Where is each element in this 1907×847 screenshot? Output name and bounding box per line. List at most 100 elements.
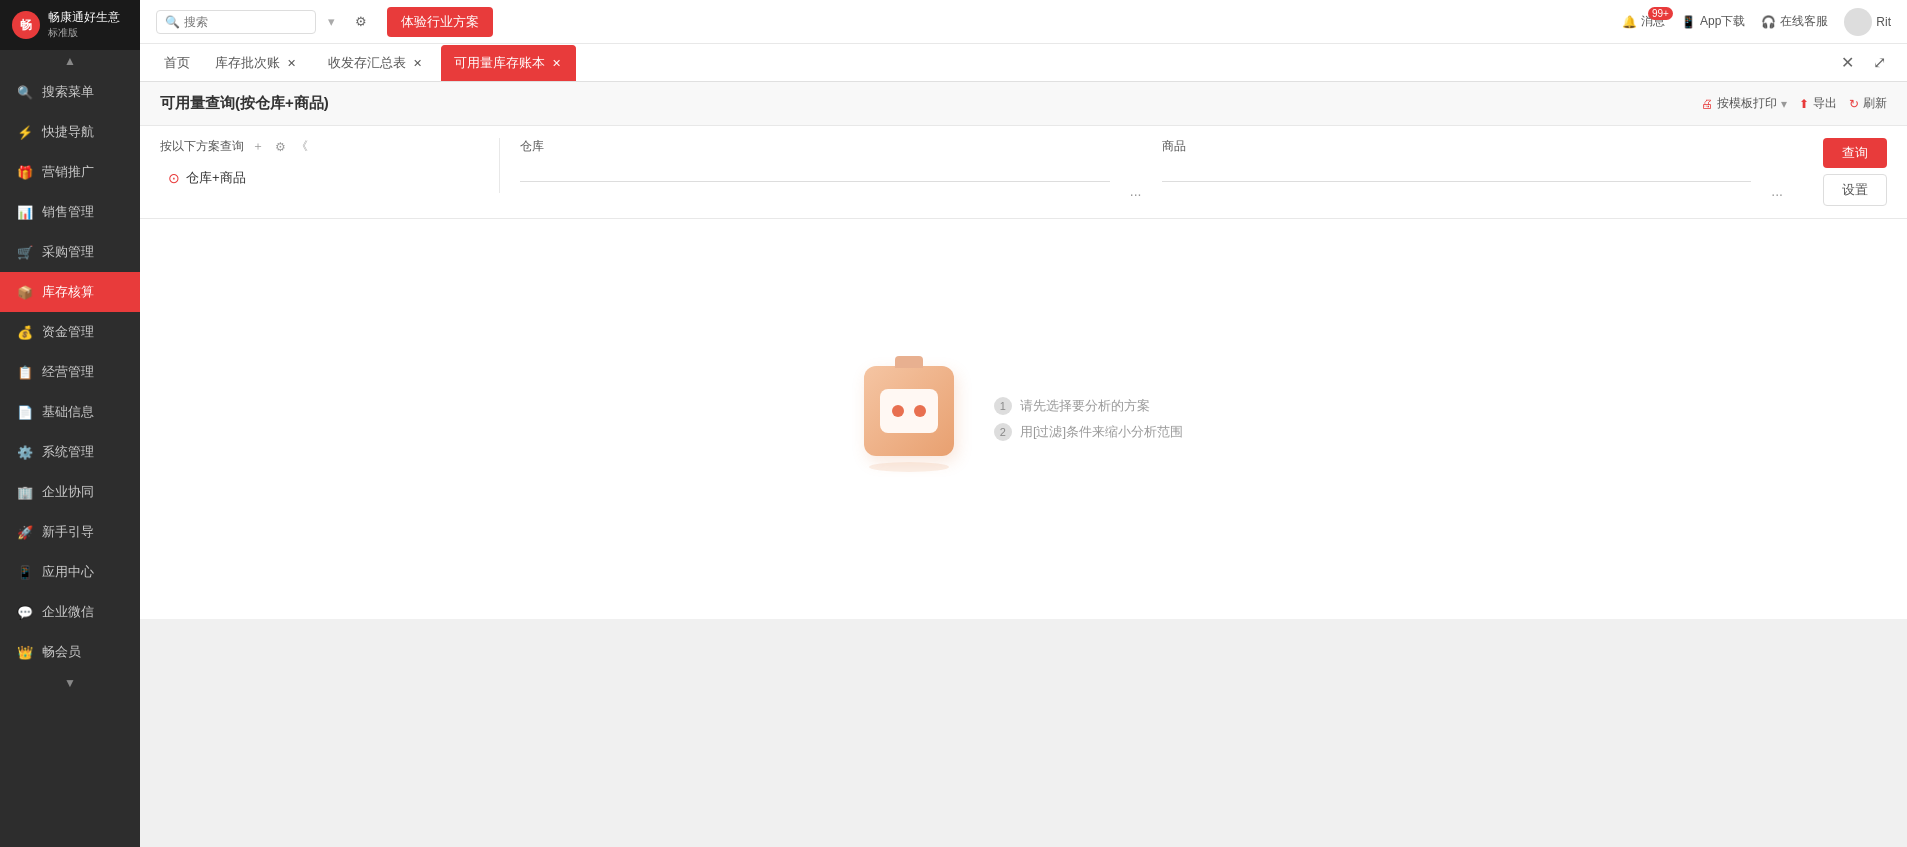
messages-button[interactable]: 🔔 消息 99+ [1622,13,1665,30]
sidebar-item-search[interactable]: 🔍 搜索菜单 [0,72,140,112]
product-more-icon[interactable]: ··· [1771,186,1783,206]
tab-home[interactable]: 首页 [156,48,198,78]
hint-1-text: 请先选择要分析的方案 [1020,397,1150,415]
sidebar-item-inventory[interactable]: 📦 库存核算 [0,272,140,312]
sidebar-item-vip[interactable]: 👑 畅会员 [0,632,140,672]
page-header-actions: 🖨 按模板打印 ▾ ⬆ 导出 ↻ 刷新 [1701,95,1887,112]
print-dropdown-icon[interactable]: ▾ [1781,97,1787,111]
product-field-label: 商品 [1162,138,1752,155]
warehouse-field: 仓库 [520,138,1110,182]
tab-close-window-button[interactable]: ✕ [1835,51,1859,75]
sidebar-header: 畅 畅康通好生意 标准版 [0,0,140,50]
page-title: 可用量查询(按仓库+商品) [160,94,329,113]
robot-face [880,389,938,433]
empty-state-content: 1 请先选择要分析的方案 2 用[过滤]条件来缩小分析范围 [864,366,1183,472]
query-area: 按以下方案查询 ＋ ⚙ 《 ⊙ 仓库+商品 仓库 ··· [140,126,1907,219]
crown-icon: 👑 [16,643,34,661]
warehouse-more-icon[interactable]: ··· [1130,186,1142,206]
topbar-search-box[interactable]: 🔍 [156,10,316,34]
export-icon: ⬆ [1799,97,1809,111]
sidebar-item-enterprise[interactable]: 🏢 企业协同 [0,472,140,512]
sidebar-item-purchase[interactable]: 🛒 采购管理 [0,232,140,272]
sidebar-logo: 畅 [12,11,40,39]
sidebar-item-app-center[interactable]: 📱 应用中心 [0,552,140,592]
sidebar-item-operations[interactable]: 📋 经营管理 [0,352,140,392]
sidebar-item-new-guide[interactable]: 🚀 新手引导 [0,512,140,552]
building-icon: 🏢 [16,483,34,501]
sidebar-scroll-down[interactable]: ▼ [0,672,140,694]
topbar-search-icon: 🔍 [165,15,180,29]
tabs-right-actions: ✕ ⤢ [1835,51,1891,75]
product-input[interactable] [1162,159,1752,182]
tab-available-ledger[interactable]: 可用量库存账本 ✕ [441,45,576,81]
sidebar-item-basic-info[interactable]: 📄 基础信息 [0,392,140,432]
bell-icon: 🔔 [1622,15,1637,29]
doc-icon: 📄 [16,403,34,421]
settings-gear-icon[interactable]: ⚙ [347,8,375,36]
user-avatar-area[interactable]: Rit [1844,8,1891,36]
sidebar-subtitle: 标准版 [48,26,120,40]
rocket-icon: 🚀 [16,523,34,541]
hint-2: 2 用[过滤]条件来缩小分析范围 [994,423,1183,441]
product-field: 商品 [1162,138,1752,182]
sidebar-item-wechat[interactable]: 💬 企业微信 [0,592,140,632]
search-input[interactable] [184,15,284,29]
settings-button[interactable]: 设置 [1823,174,1887,206]
query-schemes-header: 按以下方案查询 ＋ ⚙ 《 [160,138,483,155]
sidebar-item-finance[interactable]: 💰 资金管理 [0,312,140,352]
sidebar-scroll-up[interactable]: ▲ [0,50,140,72]
query-fields-area: 仓库 ··· 商品 ··· 查询 设置 [500,138,1887,206]
topbar-right: 🔔 消息 99+ 📱 App下载 🎧 在线客服 Rit [1622,8,1891,36]
page-header: 可用量查询(按仓库+商品) 🖨 按模板打印 ▾ ⬆ 导出 ↻ 刷新 [140,82,1907,126]
template-print-button[interactable]: 🖨 按模板打印 ▾ [1701,95,1787,112]
headset-icon: 🎧 [1761,15,1776,29]
add-scheme-icon[interactable]: ＋ [250,139,266,155]
collapse-icon[interactable]: 《 [294,139,310,155]
dropdown-chevron-icon[interactable]: ▾ [328,14,335,29]
hint-2-num: 2 [994,423,1012,441]
main-area: 🔍 ▾ ⚙ 体验行业方案 🔔 消息 99+ 📱 App下载 🎧 在线客服 Rit [140,0,1907,847]
clipboard-icon: 📋 [16,363,34,381]
query-action-buttons: 查询 设置 [1823,138,1887,206]
sidebar-item-marketing[interactable]: 🎁 营销推广 [0,152,140,192]
scheme-icon: ⊙ [168,170,180,186]
avatar [1844,8,1872,36]
messages-badge: 99+ [1648,7,1673,20]
app-download-button[interactable]: 📱 App下载 [1681,13,1745,30]
tab-maximize-button[interactable]: ⤢ [1867,51,1891,75]
gift-icon: 🎁 [16,163,34,181]
warehouse-field-label: 仓库 [520,138,1110,155]
tab-close-receipt-summary[interactable]: ✕ [410,56,424,70]
sidebar-item-sales[interactable]: 📊 销售管理 [0,192,140,232]
empty-state-container: 1 请先选择要分析的方案 2 用[过滤]条件来缩小分析范围 [140,219,1907,619]
search-icon: 🔍 [16,83,34,101]
refresh-button[interactable]: ↻ 刷新 [1849,95,1887,112]
trial-industry-button[interactable]: 体验行业方案 [387,7,493,37]
tab-close-inventory-batch[interactable]: ✕ [284,56,298,70]
tab-receipt-summary[interactable]: 收发存汇总表 ✕ [315,45,437,81]
sidebar-title: 畅康通好生意 [48,10,120,26]
query-button[interactable]: 查询 [1823,138,1887,168]
query-schemes-panel: 按以下方案查询 ＋ ⚙ 《 ⊙ 仓库+商品 [160,138,500,193]
sidebar: 畅 畅康通好生意 标准版 ▲ 🔍 搜索菜单 ⚡ 快捷导航 🎁 营销推广 📊 销售… [0,0,140,847]
tab-close-available-ledger[interactable]: ✕ [549,56,563,70]
tab-inventory-batch[interactable]: 库存批次账 ✕ [202,45,311,81]
hint-1: 1 请先选择要分析的方案 [994,397,1183,415]
online-service-button[interactable]: 🎧 在线客服 [1761,13,1828,30]
export-button[interactable]: ⬆ 导出 [1799,95,1837,112]
empty-state: 1 请先选择要分析的方案 2 用[过滤]条件来缩小分析范围 [844,286,1203,552]
username-label: Rit [1876,15,1891,29]
scheme-item-warehouse-product[interactable]: ⊙ 仓库+商品 [160,163,483,193]
warehouse-input[interactable] [520,159,1110,182]
sidebar-menu: ▲ 🔍 搜索菜单 ⚡ 快捷导航 🎁 营销推广 📊 销售管理 🛒 采购管理 📦 库… [0,50,140,847]
lightning-icon: ⚡ [16,123,34,141]
settings-scheme-icon[interactable]: ⚙ [272,139,288,155]
sidebar-item-shortcut[interactable]: ⚡ 快捷导航 [0,112,140,152]
print-icon: 🖨 [1701,97,1713,111]
topbar: 🔍 ▾ ⚙ 体验行业方案 🔔 消息 99+ 📱 App下载 🎧 在线客服 Rit [140,0,1907,44]
refresh-icon: ↻ [1849,97,1859,111]
box-icon: 📦 [16,283,34,301]
phone-icon: 📱 [1681,15,1696,29]
sidebar-item-system[interactable]: ⚙️ 系统管理 [0,432,140,472]
gear-icon: ⚙️ [16,443,34,461]
